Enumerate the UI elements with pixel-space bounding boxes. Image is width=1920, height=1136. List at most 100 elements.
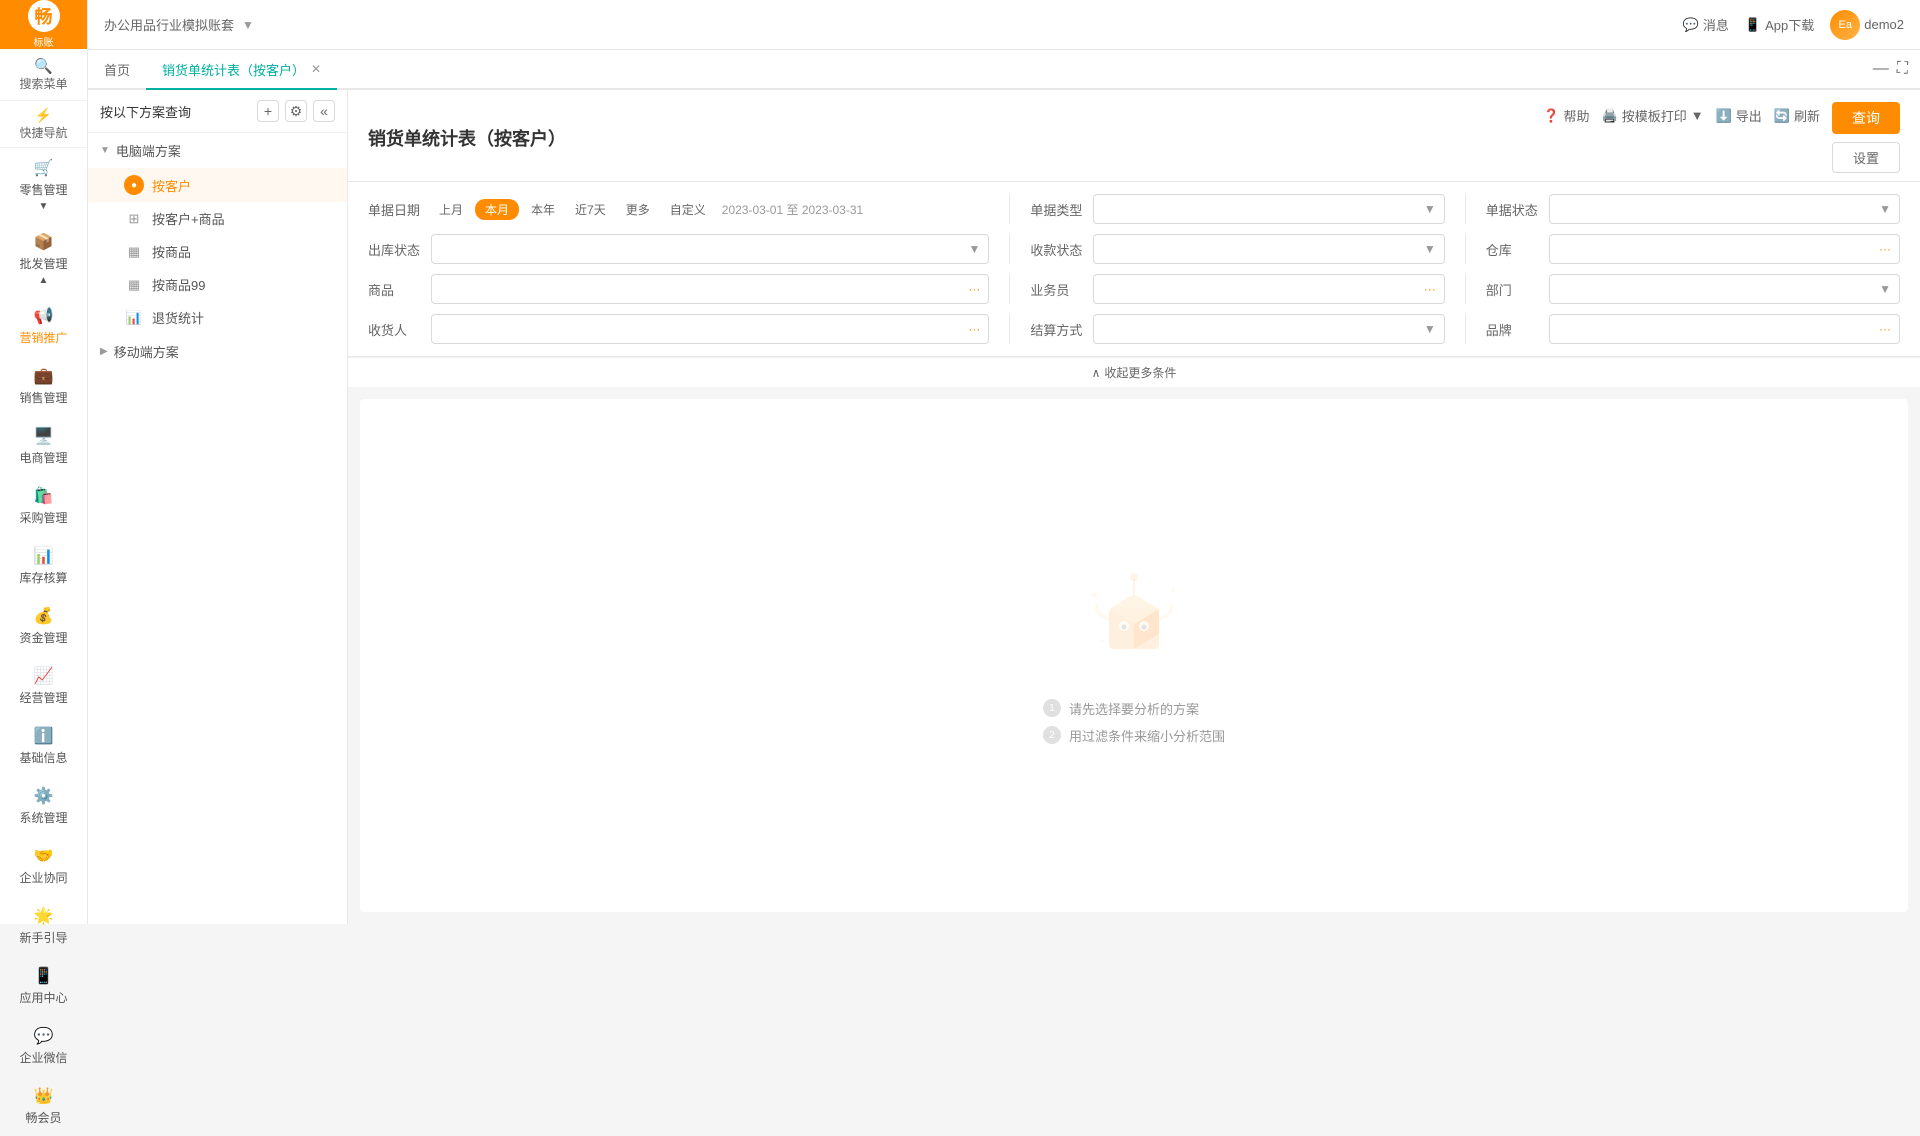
sidebar-item-sales[interactable]: 💼 销售管理 <box>0 356 87 416</box>
tab-maximize-btn[interactable]: ⛶ <box>1897 60 1908 78</box>
export-btn[interactable]: ⬇️ 导出 <box>1716 106 1762 125</box>
product-control[interactable]: ··· <box>431 274 989 304</box>
by-customer-active-icon: ● <box>124 175 144 195</box>
scheme-add-btn[interactable]: + <box>257 100 279 122</box>
filter-receiver: 收货人 ··· <box>368 314 989 344</box>
filter-date: 单据日期 上月 本月 本年 近7天 更多 自定义 2023-03-01 至 20… <box>368 198 989 221</box>
collapse-up-icon: ∧ <box>1092 366 1101 380</box>
message-btn[interactable]: 💬 消息 <box>1683 15 1729 34</box>
filter-department: 部门 ▼ <box>1486 274 1900 304</box>
user-avatar: Ea <box>1830 10 1860 40</box>
warehouse-label: 仓库 <box>1486 240 1541 259</box>
date-tab-7days[interactable]: 近7天 <box>567 198 614 221</box>
sidebar-item-member[interactable]: 👑 畅会员 <box>0 1076 87 1136</box>
date-tab-this-month[interactable]: 本月 <box>475 199 519 220</box>
page-title-bar: 销货单统计表（按客户） ❓ 帮助 🖨️ 按模板打印 ▼ ⬇️ <box>348 90 1920 182</box>
scheme-child-by-product99[interactable]: ▦ 按商品99 <box>88 268 347 301</box>
sidebar-quick-nav[interactable]: ⚡ 快捷导航 <box>0 101 87 148</box>
help-icon: ❓ <box>1543 108 1559 124</box>
app-icon: 📱 <box>1745 17 1761 33</box>
receiver-label: 收货人 <box>368 320 423 339</box>
group-desktop-label: 电脑端方案 <box>116 141 181 160</box>
sidebar-item-marketing[interactable]: 📢 营销推广 <box>0 296 87 356</box>
tab-sales-stat[interactable]: 销货单统计表（按客户） ✕ <box>146 50 337 90</box>
divider-3 <box>1009 234 1010 264</box>
scheme-child-return-stat[interactable]: 📊 退货统计 <box>88 301 347 334</box>
newuser-label: 新手引导 <box>19 929 67 946</box>
department-control[interactable]: ▼ <box>1549 274 1900 304</box>
return-stat-icon: 📊 <box>124 310 144 326</box>
sidebar-item-operations[interactable]: 📈 经营管理 <box>0 656 87 716</box>
sidebar-item-system[interactable]: ⚙️ 系统管理 <box>0 776 87 836</box>
sidebar-item-basic[interactable]: ℹ️ 基础信息 <box>0 716 87 776</box>
doc-status-control[interactable]: ▼ <box>1549 194 1900 224</box>
hint-text-2: 用过滤条件来缩小分析范围 <box>1069 726 1225 745</box>
scheme-child-by-customer[interactable]: ● 按客户 <box>88 168 347 202</box>
settings-btn[interactable]: 设置 <box>1832 142 1900 173</box>
user-profile[interactable]: Ea demo2 <box>1830 10 1904 40</box>
sidebar-item-wholesale[interactable]: 📦 批发管理 ▲ <box>0 222 87 296</box>
out-status-label: 出库状态 <box>368 240 423 259</box>
doc-type-arrow: ▼ <box>1424 202 1436 216</box>
tab-close-icon[interactable]: ✕ <box>311 62 321 76</box>
salesperson-control[interactable]: ··· <box>1093 274 1444 304</box>
tab-home-label: 首页 <box>104 60 130 79</box>
department-arrow: ▼ <box>1879 282 1891 296</box>
sidebar-item-appcenter[interactable]: 📱 应用中心 <box>0 956 87 1016</box>
sidebar-item-enterprise[interactable]: 🤝 企业协同 <box>0 836 87 896</box>
date-tab-custom[interactable]: 自定义 <box>662 198 714 221</box>
sidebar-item-finance[interactable]: 💰 资金管理 <box>0 596 87 656</box>
logo-text: 标账 <box>34 34 54 49</box>
department-label: 部门 <box>1486 280 1541 299</box>
sidebar-item-purchase[interactable]: 🛍️ 采购管理 <box>0 476 87 536</box>
sidebar-item-inventory[interactable]: 📊 库存核算 <box>0 536 87 596</box>
main-wrapper: 办公用品行业模拟账套 ▼ 💬 消息 📱 App下载 Ea demo2 首页 销货… <box>88 0 1920 924</box>
scheme-settings-btn[interactable]: ⚙ <box>285 100 307 122</box>
scheme-child-by-customer-product[interactable]: ⊞ 按客户+商品 <box>88 202 347 235</box>
sidebar-item-ecom[interactable]: 🖥️ 电商管理 <box>0 416 87 476</box>
collapse-more-btn[interactable]: ∧ 收起更多条件 <box>348 357 1920 387</box>
filter-payment-status: 收款状态 ▼ <box>1030 234 1444 264</box>
sidebar-item-corpwechat[interactable]: 💬 企业微信 <box>0 1016 87 1076</box>
sidebar-item-newuser[interactable]: 🌟 新手引导 <box>0 896 87 956</box>
help-btn[interactable]: ❓ 帮助 <box>1543 106 1589 125</box>
robot-svg: ✦ ✦ ✦ <box>1079 564 1189 674</box>
marketing-label: 营销推广 <box>19 329 67 346</box>
salesperson-more-icon: ··· <box>1424 282 1436 296</box>
date-tab-more[interactable]: 更多 <box>618 198 658 221</box>
doc-type-label: 单据类型 <box>1030 200 1085 219</box>
tab-minimize-btn[interactable]: — <box>1873 60 1889 78</box>
brand-control[interactable]: ··· <box>1549 314 1900 344</box>
sidebar-search[interactable]: 🔍 搜索菜单 <box>0 49 87 101</box>
receiver-more-icon: ··· <box>968 322 980 336</box>
breadcrumb-dropdown-icon[interactable]: ▼ <box>242 18 254 32</box>
scheme-group-mobile-header[interactable]: ▶ 移动端方案 <box>88 334 347 369</box>
by-product-icon: ▦ <box>124 244 144 260</box>
tab-home[interactable]: 首页 <box>88 50 146 90</box>
warehouse-control[interactable]: ··· <box>1549 234 1900 264</box>
app-download-btn[interactable]: 📱 App下载 <box>1745 15 1814 34</box>
date-tab-this-year[interactable]: 本年 <box>523 198 563 221</box>
doc-type-control[interactable]: ▼ <box>1093 194 1444 224</box>
date-tab-last-month[interactable]: 上月 <box>431 198 471 221</box>
page-content: 按以下方案查询 + ⚙ « ▼ 电脑端方案 ● 按客户 ⊞ <box>88 90 1920 924</box>
query-btn[interactable]: 查询 <box>1832 102 1900 134</box>
brand-more-icon: ··· <box>1879 322 1891 336</box>
refresh-btn[interactable]: 🔄 刷新 <box>1774 106 1820 125</box>
payment-method-control[interactable]: ▼ <box>1093 314 1444 344</box>
scheme-collapse-btn[interactable]: « <box>313 100 335 122</box>
hint-num-1: 1 <box>1043 699 1061 717</box>
filter-product: 商品 ··· <box>368 274 989 304</box>
scheme-group-desktop-header[interactable]: ▼ 电脑端方案 <box>88 133 347 168</box>
payment-status-control[interactable]: ▼ <box>1093 234 1444 264</box>
out-status-control[interactable]: ▼ <box>431 234 989 264</box>
scheme-child-by-product[interactable]: ▦ 按商品 <box>88 235 347 268</box>
filter-row-2: 出库状态 ▼ 收款状态 ▼ <box>368 234 1900 264</box>
hint-num-2: 2 <box>1043 726 1061 744</box>
divider-8 <box>1465 314 1466 344</box>
receiver-control[interactable]: ··· <box>431 314 989 344</box>
template-print-btn[interactable]: 🖨️ 按模板打印 ▼ <box>1602 106 1704 125</box>
sidebar-item-retail[interactable]: 🛒 零售管理 ▼ <box>0 148 87 222</box>
sidebar: 畅 标账 🔍 搜索菜单 ⚡ 快捷导航 🛒 零售管理 ▼ 📦 批发管理 ▲ 📢 营… <box>0 0 88 924</box>
doc-status-arrow: ▼ <box>1879 202 1891 216</box>
